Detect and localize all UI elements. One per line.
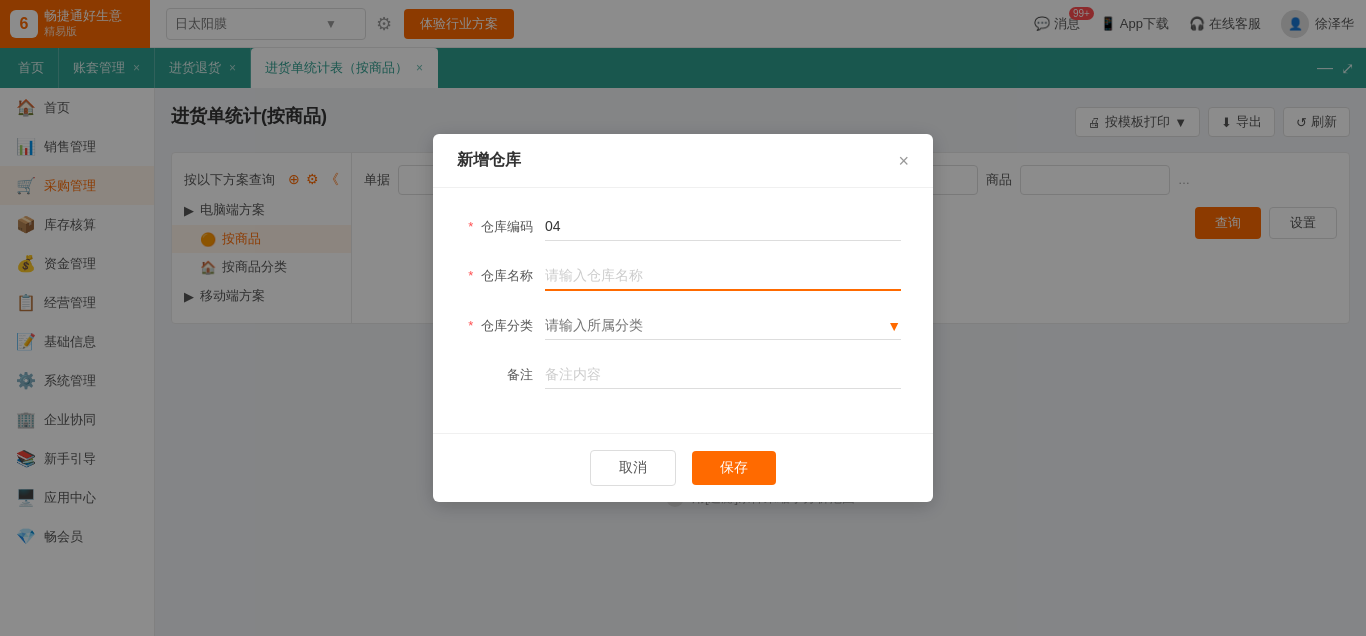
name-label: * 仓库名称	[465, 267, 545, 285]
dialog-title: 新增仓库	[457, 150, 521, 171]
code-required-mark: *	[468, 219, 473, 234]
save-button[interactable]: 保存	[692, 451, 776, 485]
note-label: 备注	[465, 366, 545, 384]
category-select-wrapper: ▼	[545, 311, 901, 340]
category-input[interactable]	[545, 311, 901, 340]
cancel-button[interactable]: 取消	[590, 450, 676, 486]
name-required-mark: *	[468, 268, 473, 283]
category-required-mark: *	[468, 318, 473, 333]
category-label: * 仓库分类	[465, 317, 545, 335]
form-row-category: * 仓库分类 ▼	[465, 311, 901, 340]
form-row-name: * 仓库名称	[465, 261, 901, 291]
dialog-footer: 取消 保存	[433, 433, 933, 502]
note-input[interactable]	[545, 360, 901, 389]
dialog-close-button[interactable]: ×	[898, 152, 909, 170]
new-warehouse-dialog: 新增仓库 × * 仓库编码 * 仓库名称	[433, 134, 933, 502]
code-label: * 仓库编码	[465, 218, 545, 236]
form-row-code: * 仓库编码	[465, 212, 901, 241]
dialog-body: * 仓库编码 * 仓库名称 * 仓库分类	[433, 188, 933, 433]
code-input[interactable]	[545, 212, 901, 241]
dialog-overlay: 新增仓库 × * 仓库编码 * 仓库名称	[0, 0, 1366, 636]
name-input[interactable]	[545, 261, 901, 291]
form-row-note: 备注	[465, 360, 901, 389]
dialog-header: 新增仓库 ×	[433, 134, 933, 188]
